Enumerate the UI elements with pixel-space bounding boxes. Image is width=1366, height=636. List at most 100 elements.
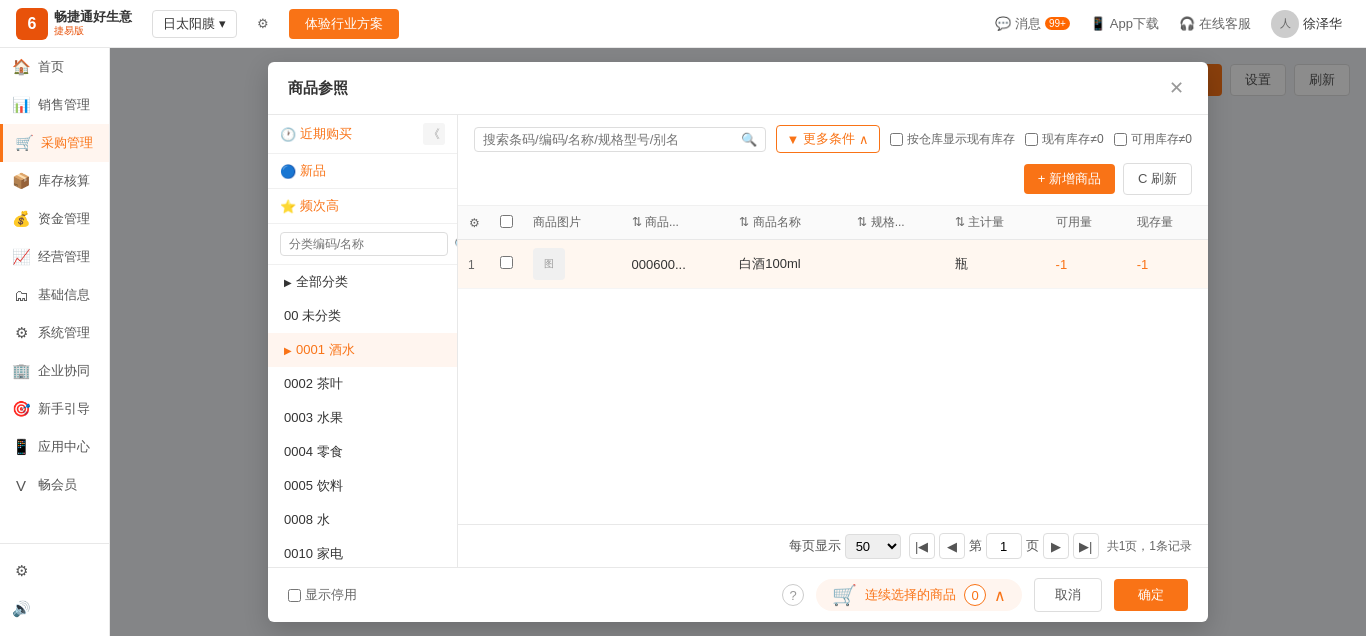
sidebar-item-home[interactable]: 🏠 首页: [0, 48, 109, 86]
top-nav-right: 💬 消息 99+ 📱 App下载 🎧 在线客服 人 徐泽华: [987, 10, 1350, 38]
first-page-btn[interactable]: |◀: [909, 533, 935, 559]
nav-selector[interactable]: 日太阳膜 ▾: [152, 10, 237, 38]
cat-item-fruit[interactable]: 0003 水果: [268, 401, 457, 435]
modal-footer: 显示停用 ? 🛒 连续选择的商品 0 ∧ 取消 确定: [268, 567, 1208, 622]
logo-icon: 6: [16, 8, 48, 40]
row-spec: [847, 240, 945, 289]
sort-icon-name: ⇅: [739, 215, 749, 229]
finance-icon: 💰: [12, 210, 30, 228]
cat-item-snack[interactable]: 0004 零食: [268, 435, 457, 469]
collapse-panel-btn[interactable]: 《: [423, 123, 445, 145]
show-disabled-checkbox[interactable]: [288, 589, 301, 602]
app-download-btn[interactable]: 📱 App下载: [1082, 15, 1167, 33]
chevron-up-icon: ∧: [859, 132, 869, 147]
product-search-input[interactable]: [483, 132, 735, 147]
online-service-btn[interactable]: 🎧 在线客服: [1171, 15, 1259, 33]
logo-text: 畅捷通好生意 捷易版: [54, 9, 132, 39]
help-icon[interactable]: ?: [782, 584, 804, 606]
select-all-checkbox[interactable]: [500, 215, 513, 228]
message-btn[interactable]: 💬 消息 99+: [987, 15, 1078, 33]
sidebar: 🏠 首页 📊 销售管理 🛒 采购管理 📦 库存核算 💰 资金管理 📈 经营管理 …: [0, 48, 110, 636]
prev-page-btn[interactable]: ◀: [939, 533, 965, 559]
row-available: -1: [1046, 240, 1127, 289]
show-disabled-checkbox-label[interactable]: 显示停用: [288, 586, 357, 604]
col-settings[interactable]: ⚙: [458, 206, 490, 240]
settings-icon: ⚙: [12, 562, 30, 580]
cat-item-beverage[interactable]: 0005 饮料: [268, 469, 457, 503]
cat-item-liquor[interactable]: ▶ 0001 酒水: [268, 333, 457, 367]
warehouse-checkbox[interactable]: [890, 133, 903, 146]
filter-icon: ▼: [787, 132, 800, 147]
col-spec[interactable]: ⇅ 规格...: [847, 206, 945, 240]
collapse-cart-btn[interactable]: ∧: [994, 586, 1006, 605]
next-page-btn[interactable]: ▶: [1043, 533, 1069, 559]
footer-left: 显示停用: [288, 586, 357, 604]
sidebar-item-basic[interactable]: 🗂 基础信息: [0, 276, 109, 314]
cat-item-all[interactable]: ▶ 全部分类: [268, 265, 457, 299]
add-product-btn[interactable]: + 新增商品: [1024, 164, 1115, 194]
home-icon: 🏠: [12, 58, 30, 76]
col-name[interactable]: ⇅ 商品名称: [729, 206, 847, 240]
checkbox-available-nonzero[interactable]: 可用库存≠0: [1114, 131, 1192, 148]
cat-item-uncategorized[interactable]: 00 未分类: [268, 299, 457, 333]
purchase-icon: 🛒: [15, 134, 33, 152]
avatar: 人: [1271, 10, 1299, 38]
page-number-input[interactable]: [986, 533, 1022, 559]
search-submit-icon[interactable]: 🔍: [741, 132, 757, 147]
cancel-btn[interactable]: 取消: [1034, 578, 1102, 612]
cart-icon: 🛒: [832, 583, 857, 607]
checkbox-warehouse[interactable]: 按仓库显示现有库存: [890, 131, 1015, 148]
category-nav-tabs: 🕐 近期购买 《: [268, 115, 457, 154]
row-check[interactable]: [490, 240, 523, 289]
modal-body: 🕐 近期购买 《 🔵 新品: [268, 115, 1208, 567]
sidebar-item-guide[interactable]: 🎯 新手引导: [0, 390, 109, 428]
row-checkbox[interactable]: [500, 256, 513, 269]
modal-close-btn[interactable]: ✕: [1164, 76, 1188, 100]
sidebar-settings-btn[interactable]: ⚙: [0, 552, 109, 590]
refresh-btn[interactable]: C 刷新: [1123, 163, 1192, 195]
table-row[interactable]: 1 图 000: [458, 240, 1208, 289]
last-page-btn[interactable]: ▶|: [1073, 533, 1099, 559]
more-filter-btn[interactable]: ▼ 更多条件 ∧: [776, 125, 881, 153]
tab-high-frequency[interactable]: ⭐ 频次高: [280, 197, 339, 215]
business-icon: 📈: [12, 248, 30, 266]
member-icon: V: [12, 476, 30, 494]
tab-recent-purchase[interactable]: 🕐 近期购买: [280, 125, 352, 143]
page-total-info: 共1页，1条记录: [1107, 538, 1192, 555]
sidebar-item-inventory[interactable]: 📦 库存核算: [0, 162, 109, 200]
per-page-dropdown[interactable]: 50 100 200: [845, 534, 901, 559]
sidebar-item-appstore[interactable]: 📱 应用中心: [0, 428, 109, 466]
sidebar-item-business[interactable]: 📈 经营管理: [0, 238, 109, 276]
col-unit[interactable]: ⇅ 主计量: [945, 206, 1046, 240]
sidebar-item-enterprise[interactable]: 🏢 企业协同: [0, 352, 109, 390]
app-icon: 📱: [12, 438, 30, 456]
sidebar-sound-btn[interactable]: 🔊: [0, 590, 109, 628]
confirm-btn[interactable]: 确定: [1114, 579, 1188, 611]
cat-item-water[interactable]: 0008 水: [268, 503, 457, 537]
tab-new-product[interactable]: 🔵 新品: [280, 162, 326, 180]
experience-btn[interactable]: 体验行业方案: [289, 9, 399, 39]
arrow-icon: ▶: [284, 277, 292, 288]
sidebar-item-sales[interactable]: 📊 销售管理: [0, 86, 109, 124]
gear-icon-btn[interactable]: ⚙: [249, 16, 277, 31]
checkbox-stock-nonzero[interactable]: 现有库存≠0: [1025, 131, 1103, 148]
message-badge: 99+: [1045, 17, 1070, 30]
available-nonzero-checkbox[interactable]: [1114, 133, 1127, 146]
gear-icon: ⚙: [257, 16, 269, 31]
col-code[interactable]: ⇅ 商品...: [622, 206, 730, 240]
cat-item-tea[interactable]: 0002 茶叶: [268, 367, 457, 401]
user-info[interactable]: 人 徐泽华: [1263, 10, 1350, 38]
category-search-input[interactable]: [280, 232, 448, 256]
cat-item-appliance[interactable]: 0010 家电: [268, 537, 457, 567]
guide-icon: 🎯: [12, 400, 30, 418]
row-name: 白酒100ml: [729, 240, 847, 289]
sort-icon-code: ⇅: [632, 215, 642, 229]
stock-nonzero-checkbox[interactable]: [1025, 133, 1038, 146]
col-image: 商品图片: [523, 206, 622, 240]
sidebar-item-finance[interactable]: 💰 资金管理: [0, 200, 109, 238]
sidebar-item-system[interactable]: ⚙ 系统管理: [0, 314, 109, 352]
modal-header: 商品参照 ✕: [268, 62, 1208, 115]
sidebar-item-purchase[interactable]: 🛒 采购管理: [0, 124, 109, 162]
message-icon: 💬: [995, 16, 1011, 31]
sidebar-item-member[interactable]: V 畅会员: [0, 466, 109, 504]
